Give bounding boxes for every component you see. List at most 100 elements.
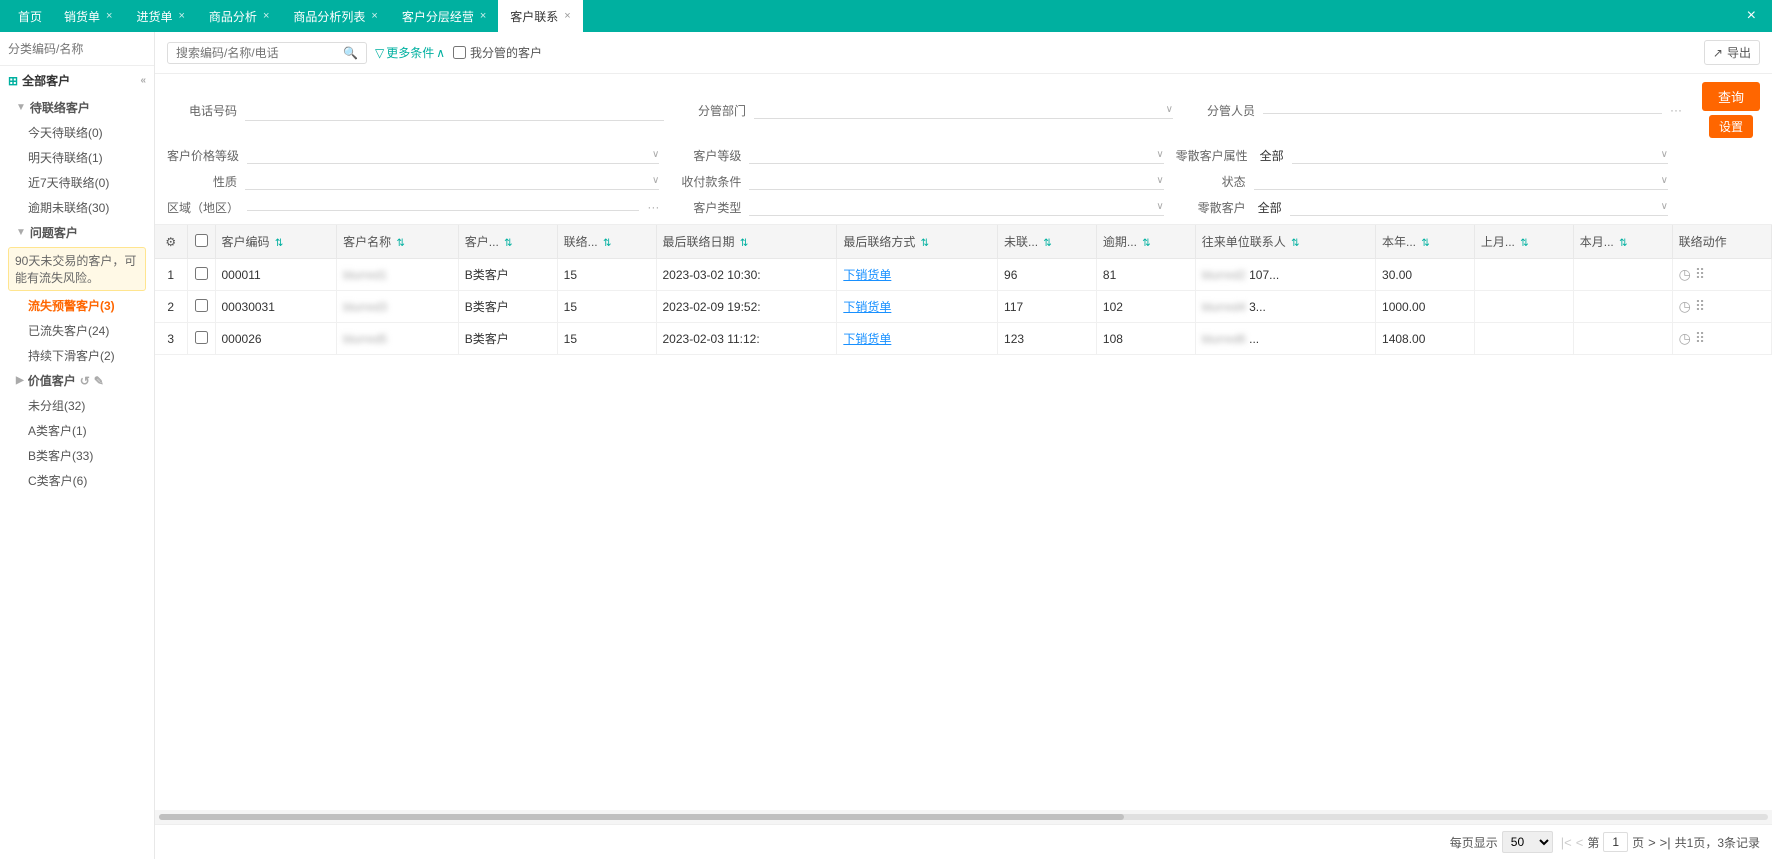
row-checkbox[interactable] [195,299,208,312]
sidebar-group-problem[interactable]: ▼ 问题客户 [0,220,154,245]
last-method-link[interactable]: 下销货单 [843,268,891,282]
th-code[interactable]: 客户编码 ⇅ [215,225,337,259]
main-search-input[interactable] [176,46,343,60]
sidebar-item-overdue[interactable]: 逾期未联络(30) [0,195,154,220]
select-all-checkbox[interactable] [195,234,208,247]
filter-scatter-customer-select[interactable]: ∨ [1290,198,1668,216]
per-page-select[interactable]: 50 100 200 [1502,831,1553,853]
my-customers-toggle[interactable]: 我分管的客户 [453,44,542,61]
edit-icon[interactable]: ✎ [94,374,104,388]
filter-phone-input[interactable] [245,100,664,121]
th-type[interactable]: 客户... ⇅ [458,225,557,259]
close-tab-analysis[interactable]: × [263,10,269,22]
tab-sales[interactable]: 销货单 × [52,0,124,32]
filter-region-select[interactable] [247,204,639,211]
last-page-button[interactable]: >| [1660,835,1671,850]
more-actions-icon[interactable]: ⠿ [1695,330,1705,347]
tab-purchase[interactable]: 进货单 × [124,0,196,32]
chevron-down-icon: ∨ [1166,104,1173,115]
sidebar-item-today[interactable]: 今天待联络(0) [0,120,154,145]
th-overdue[interactable]: 逾期... ⇅ [1096,225,1195,259]
th-this-month[interactable]: 本月... ⇅ [1573,225,1672,259]
last-method-link[interactable]: 下销货单 [843,332,891,346]
sidebar-group-value[interactable]: ▶ 价值客户 ↺ ✎ [0,368,154,393]
sidebar-item-c-class[interactable]: C类客户(6) [0,468,154,493]
horizontal-scrollbar[interactable] [155,810,1772,824]
first-page-button[interactable]: |< [1561,835,1572,850]
filter-dept-label: 分管部门 [676,102,746,119]
last-method-link[interactable]: 下销货单 [843,300,891,314]
filter-customer-type-select[interactable]: ∨ [749,198,1163,216]
sidebar-item-churn-warning[interactable]: 流失预警客户(3) [0,293,154,318]
filter-nature-select[interactable]: ∨ [245,172,659,190]
contact-history-icon[interactable]: ◷ [1679,330,1691,347]
close-tab-customer-contact[interactable]: × [564,10,570,22]
row-checkbox[interactable] [195,267,208,280]
th-uncontacted[interactable]: 未联... ⇅ [998,225,1097,259]
th-this-year[interactable]: 本年... ⇅ [1376,225,1475,259]
close-tab-analysis-list[interactable]: × [371,10,377,22]
cell-type: B类客户 [458,259,557,291]
sort-icon-thisyear: ⇅ [1421,238,1429,249]
close-tab-customer-tier[interactable]: × [480,10,486,22]
refresh-icon[interactable]: ↺ [80,374,90,388]
th-settings[interactable]: ⚙ [155,225,187,259]
close-tab-sales[interactable]: × [106,10,112,22]
th-contact2[interactable]: 往来单位联系人 ⇅ [1195,225,1375,259]
th-last-method[interactable]: 最后联络方式 ⇅ [837,225,998,259]
filter-person-select[interactable] [1263,107,1662,114]
next-page-button[interactable]: > [1648,835,1656,850]
cell-contact2: blurred6 ... [1195,323,1375,355]
filter-scatter-customer: 零散客户 全部 ∨ [1176,198,1668,216]
cell-last-date: 2023-02-03 11:12: [656,323,837,355]
my-customers-checkbox[interactable] [453,46,466,59]
chevron-down-icon4: ∨ [1661,149,1668,160]
sidebar-item-a-class[interactable]: A类客户(1) [0,418,154,443]
tab-customer-contact[interactable]: 客户联系 × [498,0,582,32]
cell-last-month [1474,323,1573,355]
cell-code: 000011 [215,259,337,291]
filter-price-level-select[interactable]: ∨ [247,146,659,164]
filter-scatter-attr-select[interactable]: ∨ [1292,146,1668,164]
filter-region-more[interactable]: ··· [647,200,659,214]
tab-customer-tier[interactable]: 客户分层经营 × [390,0,498,32]
filter-customer-level-select[interactable]: ∨ [749,146,1163,164]
filter-dept-select[interactable]: ∨ [754,101,1173,119]
filter-person-more[interactable]: ··· [1670,103,1682,117]
more-conditions-button[interactable]: ▽ 更多条件 ∧ [375,44,445,61]
more-actions-icon[interactable]: ⠿ [1695,266,1705,283]
filter-status-select[interactable]: ∨ [1254,172,1668,190]
prev-page-button[interactable]: < [1576,835,1584,850]
sidebar-item-churned[interactable]: 已流失客户(24) [0,318,154,343]
filter-payment-select[interactable]: ∨ [749,172,1163,190]
sidebar-item-b-class[interactable]: B类客户(33) [0,443,154,468]
row-checkbox[interactable] [195,331,208,344]
contact-history-icon[interactable]: ◷ [1679,266,1691,283]
collapse-icon[interactable]: « [140,75,146,86]
th-last-date[interactable]: 最后联络日期 ⇅ [656,225,837,259]
more-actions-icon[interactable]: ⠿ [1695,298,1705,315]
scrollbar-thumb[interactable] [159,814,1124,820]
sidebar-item-ungrouped[interactable]: 未分组(32) [0,393,154,418]
window-close-button[interactable]: × [1739,7,1764,25]
settings-button[interactable]: 设置 [1709,115,1753,138]
sidebar-group-pending[interactable]: ▼ 待联络客户 [0,95,154,120]
th-name[interactable]: 客户名称 ⇅ [337,225,459,259]
tab-home[interactable]: 首页 [8,0,52,32]
close-tab-purchase[interactable]: × [178,10,184,22]
category-search-input[interactable] [8,42,155,56]
sidebar-item-tomorrow[interactable]: 明天待联络(1) [0,145,154,170]
query-button[interactable]: 查询 [1702,82,1760,111]
tab-analysis[interactable]: 商品分析 × [197,0,281,32]
sidebar-item-declining[interactable]: 持续下滑客户(2) [0,343,154,368]
th-contact-count[interactable]: 联络... ⇅ [557,225,656,259]
th-last-month[interactable]: 上月... ⇅ [1474,225,1573,259]
sort-icon-overdue: ⇅ [1142,238,1150,249]
sidebar-item-7days[interactable]: 近7天待联络(0) [0,170,154,195]
contact-history-icon[interactable]: ◷ [1679,298,1691,315]
tab-analysis-list[interactable]: 商品分析列表 × [281,0,389,32]
table-row: 3 000026 blurred5 B类客户 15 2023-02-03 11:… [155,323,1772,355]
export-button[interactable]: ↗ 导出 [1704,40,1760,65]
main-search-button[interactable]: 🔍 [343,46,358,60]
current-page-number[interactable]: 1 [1603,832,1628,852]
